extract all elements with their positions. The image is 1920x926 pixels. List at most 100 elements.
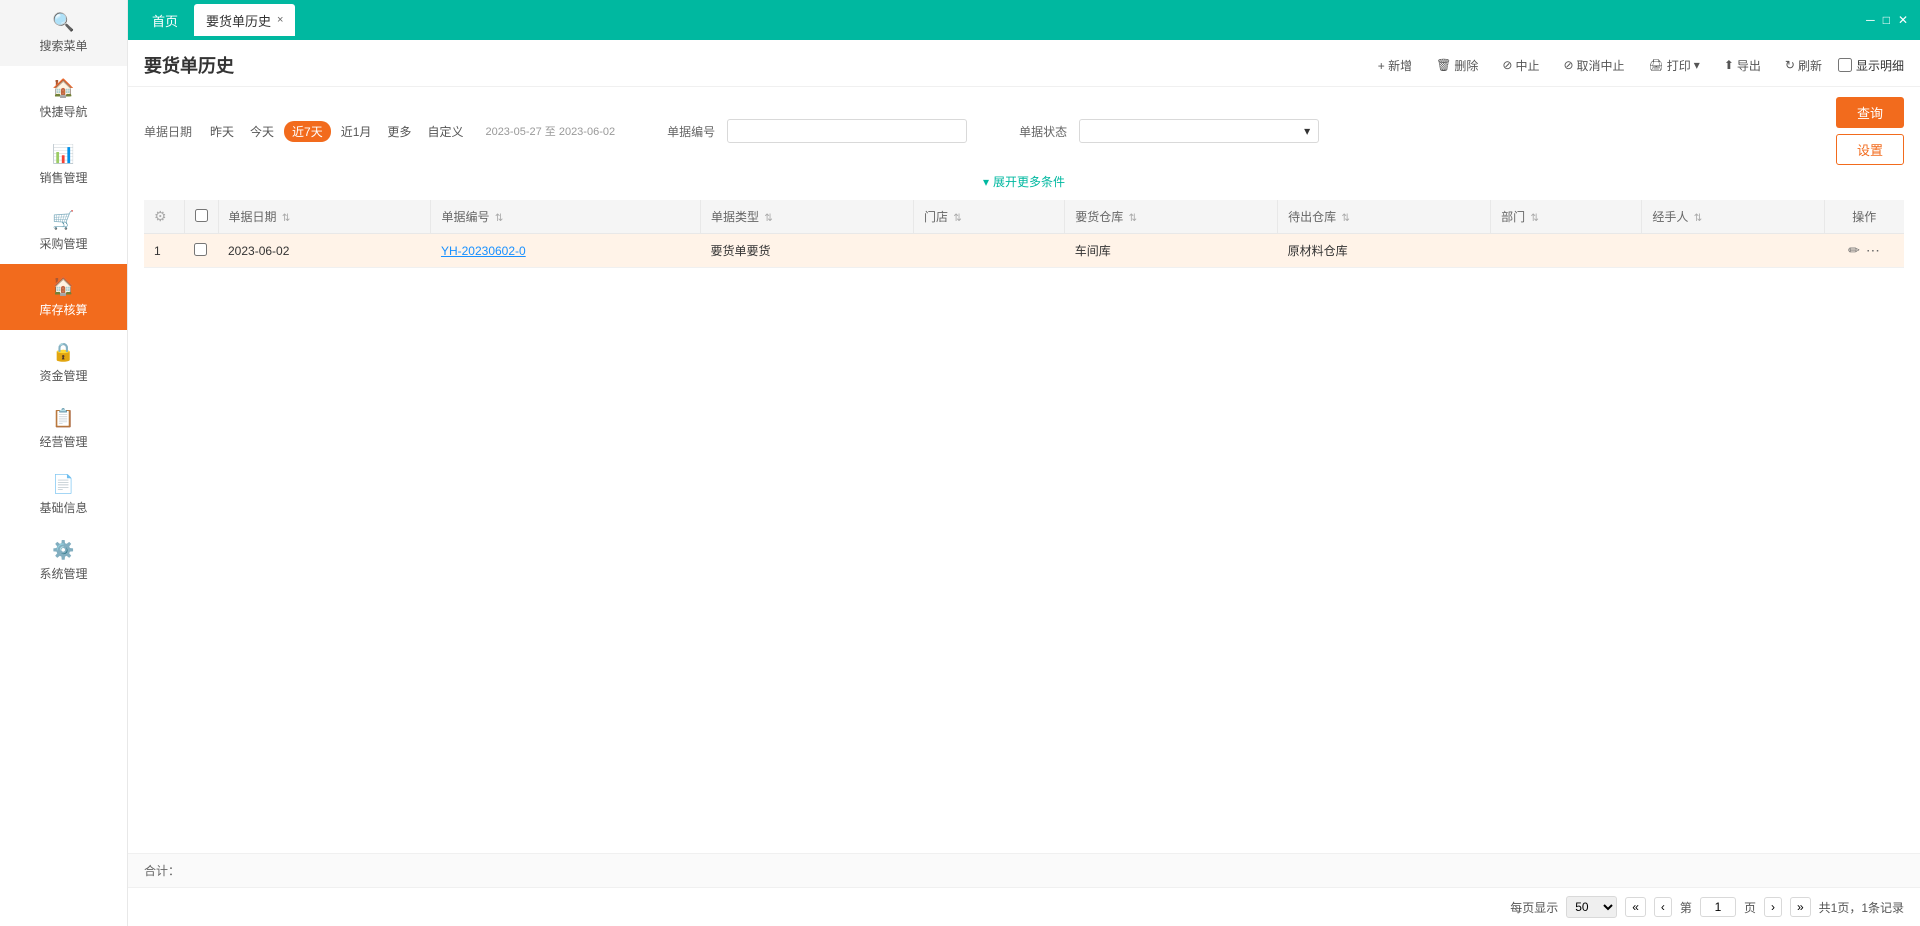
date-btn-7days[interactable]: 近7天 [284,121,331,142]
sidebar-item-inventory[interactable]: 🏠 库存核算 [0,264,127,330]
sidebar-item-label: 销售管理 [39,169,87,186]
sidebar-item-label: 搜索菜单 [39,37,87,54]
th-date: 单据日期 ⇅ [218,200,431,234]
th-number: 单据编号 ⇅ [431,200,701,234]
sidebar-item-label: 系统管理 [39,565,87,582]
stop-icon: ⊘ [1502,58,1512,72]
status-select[interactable]: ▾ [1079,119,1319,143]
th-department: 部门 ⇅ [1491,200,1642,234]
td-pending-warehouse: 原材料仓库 [1278,234,1491,268]
action-buttons: 查询 设置 [1836,97,1904,165]
cancel-stop-button[interactable]: ⊘ 取消中止 [1555,53,1632,78]
date-filter-label: 单据日期 [144,123,192,140]
status-chevron-icon: ▾ [1304,124,1310,138]
table-row: 1 2023-06-02 YH-20230602-0 要货单要货 车间库 原材料… [144,234,1904,268]
sidebar-item-label: 快捷导航 [39,103,87,120]
basic-info-icon: 📄 [52,474,74,495]
export-button[interactable]: ⬆ 导出 [1716,53,1769,78]
doc-number-label: 单据编号 [667,123,715,140]
query-button[interactable]: 查询 [1836,97,1904,128]
delete-button[interactable]: 🗑 删除 [1428,53,1486,78]
sidebar-item-operations[interactable]: 📋 经营管理 [0,396,127,462]
first-page-button[interactable]: « [1625,897,1646,917]
page-number-input[interactable] [1700,897,1736,917]
row-edit-button[interactable]: ✏ [1848,242,1860,259]
sidebar-item-finance[interactable]: 🔒 资金管理 [0,330,127,396]
minimize-button[interactable]: ─ [1866,13,1875,27]
table-settings-icon[interactable]: ⚙ [154,208,167,224]
date-btn-1month[interactable]: 近1月 [335,121,378,142]
next-page-button[interactable]: › [1764,897,1782,917]
status-label: 单据状态 [1019,123,1067,140]
new-button[interactable]: + 新增 [1370,53,1420,78]
system-icon: ⚙️ [52,540,74,561]
td-number: YH-20230602-0 [431,234,701,268]
filter-row-1: 单据日期 昨天 今天 近7天 近1月 更多 自定义 2023-05-27 至 2… [144,97,1904,165]
display-detail-checkbox[interactable] [1838,58,1852,72]
maximize-button[interactable]: □ [1883,13,1890,27]
page-title: 要货单历史 [144,52,234,78]
prev-page-button[interactable]: ‹ [1654,897,1672,917]
content-area: 要货单历史 + 新增 🗑 删除 ⊘ 中止 ⊘ 取消中止 🖨 打印 [128,40,1920,926]
inventory-icon: 🏠 [52,276,74,297]
refresh-button[interactable]: ↻ 刷新 [1777,53,1830,78]
sort-store-icon: ⇅ [953,213,961,224]
settings-button[interactable]: 设置 [1836,134,1904,165]
close-window-button[interactable]: ✕ [1898,13,1908,27]
td-request-warehouse: 车间库 [1065,234,1278,268]
sidebar-item-search-menu[interactable]: 🔍 搜索菜单 [0,0,127,66]
sales-icon: 📊 [52,144,74,165]
doc-number-input[interactable] [727,119,967,143]
date-range-display: 2023-05-27 至 2023-06-02 [485,123,615,139]
stop-button[interactable]: ⊘ 中止 [1494,53,1547,78]
filter-area: 单据日期 昨天 今天 近7天 近1月 更多 自定义 2023-05-27 至 2… [128,87,1920,200]
sidebar-item-sales[interactable]: 📊 销售管理 [0,132,127,198]
row-checkbox[interactable] [194,243,207,256]
sidebar-item-basic-info[interactable]: 📄 基础信息 [0,462,127,528]
tab-history[interactable]: 要货单历史 × [194,4,295,36]
summary-label: 合计： [144,864,180,878]
finance-icon: 🔒 [52,342,74,363]
date-btn-more[interactable]: 更多 [381,121,417,142]
search-menu-icon: 🔍 [52,12,74,33]
data-table: ⚙ 单据日期 ⇅ 单据编号 ⇅ [144,200,1904,268]
row-more-button[interactable]: ⋯ [1866,242,1880,259]
td-num: 1 [144,234,184,268]
cancel-stop-icon: ⊘ [1563,58,1573,72]
sidebar: 🔍 搜索菜单 🏠 快捷导航 📊 销售管理 🛒 采购管理 🏠 库存核算 🔒 资金管… [0,0,128,926]
quick-nav-icon: 🏠 [52,78,74,99]
th-checkbox [184,200,218,234]
date-btn-custom[interactable]: 自定义 [421,121,469,142]
print-icon: 🖨 [1649,58,1664,72]
th-settings: ⚙ [144,200,184,234]
per-page-label: 每页显示 [1510,899,1558,916]
tab-home[interactable]: 首页 [140,4,190,36]
sort-pend-warehouse-icon: ⇅ [1342,213,1350,224]
date-btn-today[interactable]: 今天 [244,121,280,142]
top-bar: 首页 要货单历史 × ─ □ ✕ [128,0,1920,40]
td-department [1491,234,1642,268]
sidebar-item-purchase[interactable]: 🛒 采购管理 [0,198,127,264]
th-store: 门店 ⇅ [914,200,1065,234]
pagination: 每页显示 50 100 200 « ‹ 第 页 › » 共1页，1条记录 [128,887,1920,926]
sort-date-icon: ⇅ [282,213,290,224]
sidebar-item-label: 库存核算 [39,301,87,318]
sidebar-item-system[interactable]: ⚙️ 系统管理 [0,528,127,594]
last-page-button[interactable]: » [1790,897,1811,917]
sort-dept-icon: ⇅ [1531,213,1539,224]
doc-number-link[interactable]: YH-20230602-0 [441,244,526,258]
tab-close-button[interactable]: × [277,14,283,26]
th-ops: 操作 [1824,200,1904,234]
per-page-select[interactable]: 50 100 200 [1566,896,1617,918]
toolbar: + 新增 🗑 删除 ⊘ 中止 ⊘ 取消中止 🖨 打印 ▾ [1370,53,1904,78]
display-detail-toggle[interactable]: 显示明细 [1838,57,1904,74]
page-header: 要货单历史 + 新增 🗑 删除 ⊘ 中止 ⊘ 取消中止 🖨 打印 [128,40,1920,87]
sidebar-item-quick-nav[interactable]: 🏠 快捷导航 [0,66,127,132]
date-btn-yesterday[interactable]: 昨天 [204,121,240,142]
print-button[interactable]: 🖨 打印 ▾ [1641,53,1708,78]
expand-more-button[interactable]: ▾ 展开更多条件 [144,173,1904,190]
expand-icon: ▾ [983,175,989,189]
select-all-checkbox[interactable] [195,209,208,222]
td-checkbox [184,234,218,268]
purchase-icon: 🛒 [52,210,74,231]
